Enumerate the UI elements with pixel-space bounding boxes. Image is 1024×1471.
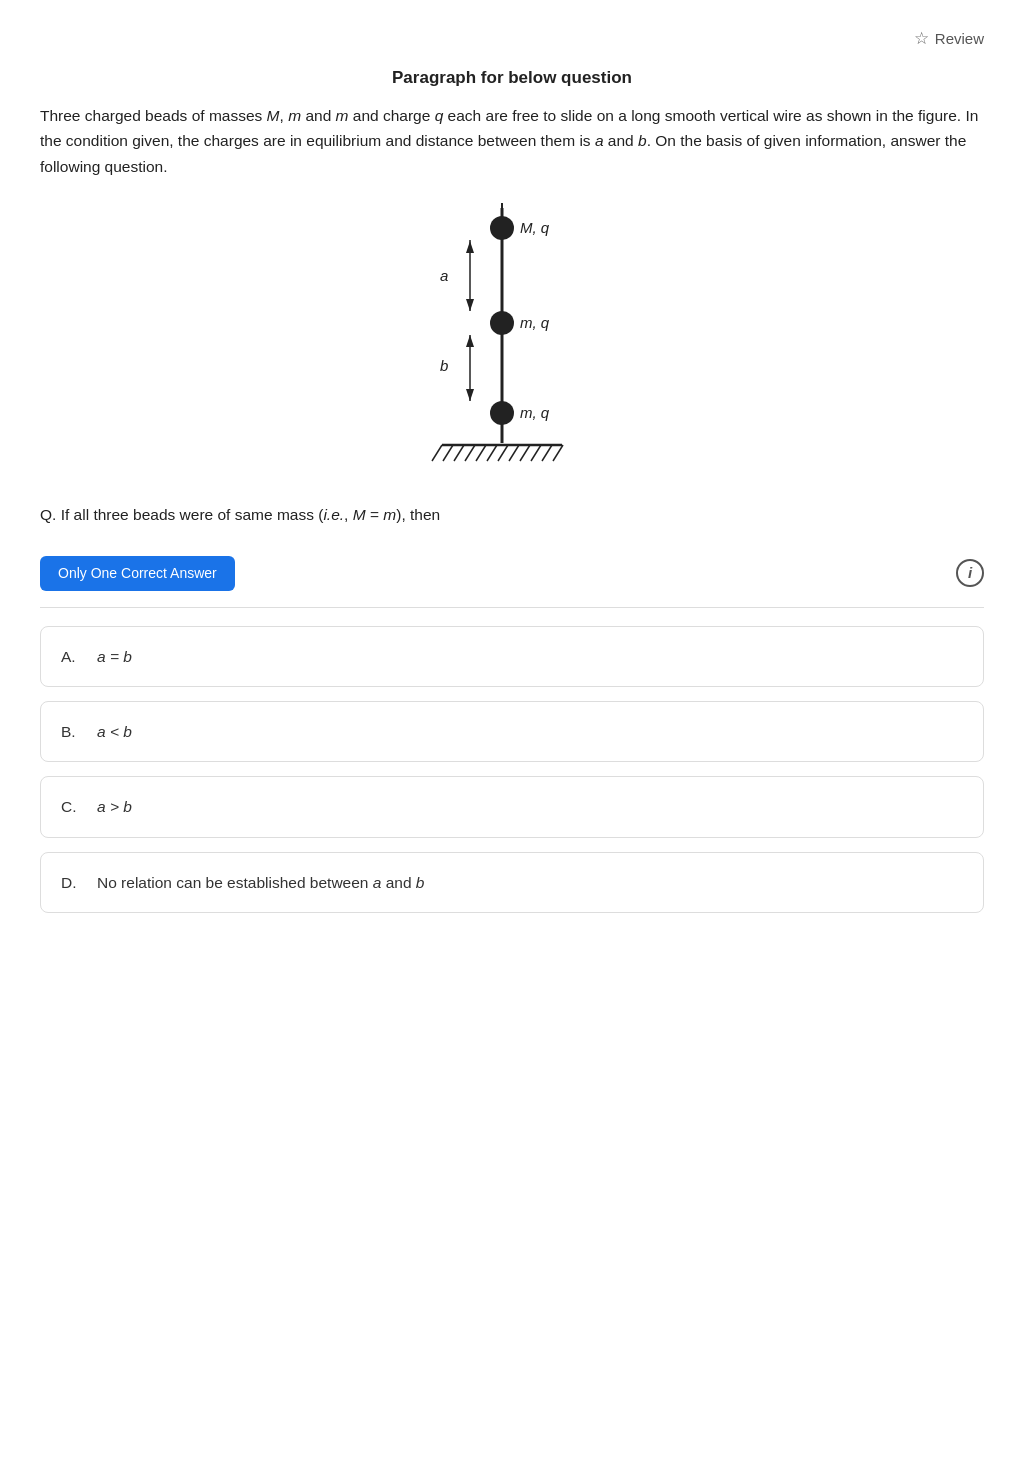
svg-line-17	[443, 445, 453, 461]
paragraph-section: Paragraph for below question Three charg…	[40, 65, 984, 179]
option-d-text: No relation can be established between a…	[97, 871, 424, 894]
diagram-svg: M, q m, q m, q a b	[412, 203, 612, 488]
svg-line-19	[465, 445, 475, 461]
svg-line-25	[531, 445, 541, 461]
svg-marker-13	[466, 389, 474, 401]
info-icon[interactable]: i	[956, 559, 984, 587]
svg-marker-9	[466, 299, 474, 311]
svg-text:M, q: M, q	[520, 219, 550, 236]
option-c[interactable]: C. a > b	[40, 776, 984, 837]
svg-point-1	[490, 216, 514, 240]
page-container: ☆ Review Paragraph for below question Th…	[0, 0, 1024, 953]
option-a-letter: A.	[61, 645, 81, 668]
option-c-letter: C.	[61, 795, 81, 818]
svg-marker-8	[466, 241, 474, 253]
top-bar: ☆ Review	[40, 20, 984, 65]
answer-type-badge: Only One Correct Answer	[40, 556, 235, 591]
svg-text:a: a	[440, 267, 448, 284]
paragraph-text: Three charged beads of masses M, m and m…	[40, 103, 984, 180]
option-d[interactable]: D. No relation can be established betwee…	[40, 852, 984, 913]
review-label: Review	[935, 30, 984, 47]
svg-line-27	[553, 445, 563, 461]
svg-line-26	[542, 445, 552, 461]
diagram-container: M, q m, q m, q a b	[40, 203, 984, 483]
svg-line-24	[520, 445, 530, 461]
svg-line-18	[454, 445, 464, 461]
info-icon-label: i	[968, 562, 972, 585]
svg-line-21	[487, 445, 497, 461]
option-d-letter: D.	[61, 871, 81, 894]
option-a-text: a = b	[97, 645, 132, 668]
answer-type-section: Only One Correct Answer i	[40, 556, 984, 591]
svg-text:b: b	[440, 357, 448, 374]
option-a[interactable]: A. a = b	[40, 626, 984, 687]
svg-marker-12	[466, 335, 474, 347]
svg-point-3	[490, 401, 514, 425]
option-b-letter: B.	[61, 720, 81, 743]
svg-text:m, q: m, q	[520, 404, 550, 421]
option-b[interactable]: B. a < b	[40, 701, 984, 762]
options-list: A. a = b B. a < b C. a > b D. No relatio…	[40, 626, 984, 913]
divider	[40, 607, 984, 608]
svg-line-23	[509, 445, 519, 461]
paragraph-title: Paragraph for below question	[40, 65, 984, 91]
svg-line-16	[432, 445, 442, 461]
option-c-text: a > b	[97, 795, 132, 818]
svg-point-2	[490, 311, 514, 335]
svg-line-22	[498, 445, 508, 461]
svg-text:m, q: m, q	[520, 314, 550, 331]
star-icon: ☆	[914, 28, 929, 49]
diagram: M, q m, q m, q a b	[412, 203, 612, 483]
svg-line-20	[476, 445, 486, 461]
review-button[interactable]: ☆ Review	[914, 28, 984, 49]
question-text: Q. If all three beads were of same mass …	[40, 503, 984, 528]
option-b-text: a < b	[97, 720, 132, 743]
